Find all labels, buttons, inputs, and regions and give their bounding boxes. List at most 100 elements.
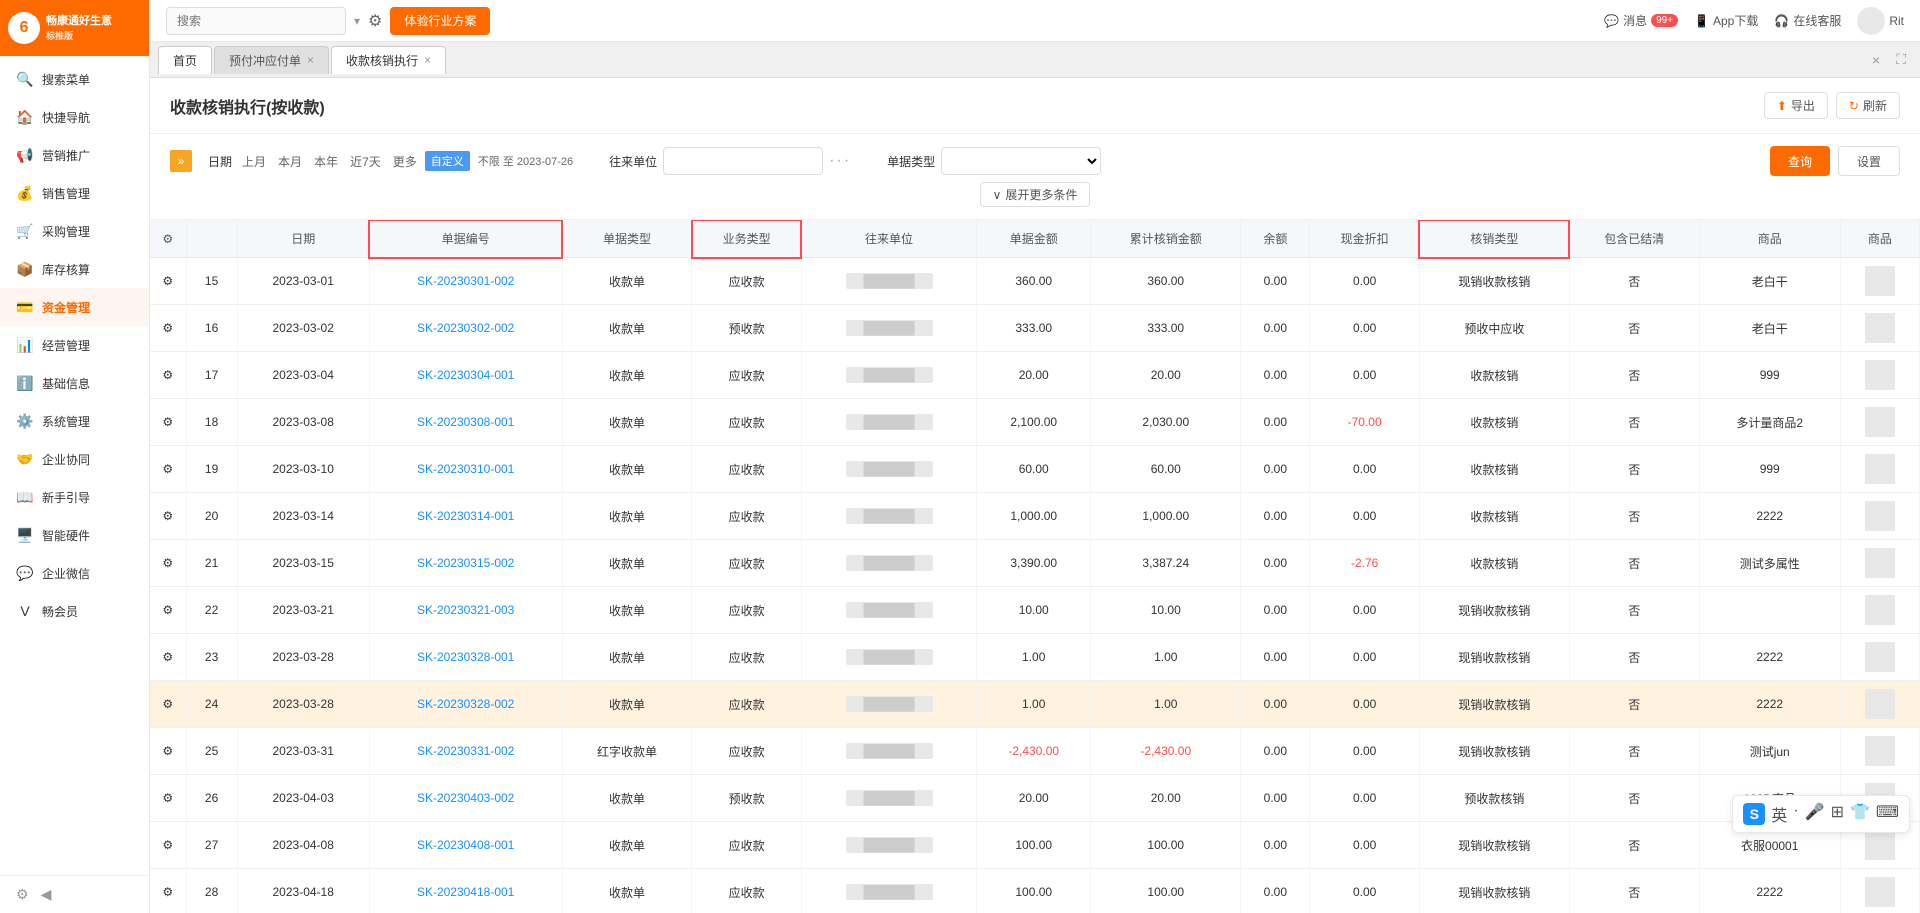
filter-date-custom-button[interactable]: 自定义: [425, 151, 470, 171]
order-no-link[interactable]: SK-20230331-002: [417, 744, 514, 758]
sidebar-item-operations[interactable]: 📊经营管理: [0, 326, 149, 364]
cell-settings[interactable]: ⚙: [150, 634, 186, 681]
wm-shirt-icon[interactable]: 👕: [1850, 802, 1870, 826]
cell-verified: 3,387.24: [1091, 540, 1241, 587]
wm-mic-icon[interactable]: 🎤: [1805, 802, 1825, 826]
gear-icon[interactable]: ⚙: [368, 11, 382, 31]
cell-settings[interactable]: ⚙: [150, 775, 186, 822]
cell-settings[interactable]: ⚙: [150, 305, 186, 352]
solution-button[interactable]: 体验行业方案: [390, 7, 490, 35]
cell-settings[interactable]: ⚙: [150, 869, 186, 913]
order-no-link[interactable]: SK-20230408-001: [417, 838, 514, 852]
wm-grid-icon[interactable]: ⊞: [1831, 802, 1844, 826]
messages-item[interactable]: 💬 消息 99+: [1604, 12, 1678, 29]
cell-order-no: SK-20230331-002: [369, 728, 562, 775]
cell-settings[interactable]: ⚙: [150, 399, 186, 446]
setting-button[interactable]: 设置: [1838, 146, 1900, 176]
filter-date-7days[interactable]: 近7天: [346, 151, 385, 172]
query-button[interactable]: 查询: [1770, 146, 1830, 176]
th-include-settled: 包含已结清: [1569, 220, 1699, 258]
cell-settings[interactable]: ⚙: [150, 540, 186, 587]
order-no-link[interactable]: SK-20230310-001: [417, 462, 514, 476]
sidebar-item-wechat[interactable]: 💬企业微信: [0, 554, 149, 592]
cell-settings[interactable]: ⚙: [150, 258, 186, 305]
sidebar-label-wechat: 企业微信: [42, 565, 90, 582]
dropdown-icon[interactable]: ▾: [354, 14, 360, 28]
wm-english-icon[interactable]: 英: [1771, 802, 1787, 826]
order-no-link[interactable]: SK-20230314-001: [417, 509, 514, 523]
expand-button[interactable]: ⛶: [1890, 49, 1912, 70]
cell-settings[interactable]: ⚙: [150, 587, 186, 634]
sidebar-item-marketing[interactable]: 📢营销推广: [0, 136, 149, 174]
expand-more-button[interactable]: ∨ 展开更多条件: [980, 182, 1091, 207]
order-no-link[interactable]: SK-20230403-002: [417, 791, 514, 805]
cell-settings[interactable]: ⚙: [150, 681, 186, 728]
cell-settings[interactable]: ⚙: [150, 352, 186, 399]
tab-prepay-close[interactable]: ×: [307, 53, 314, 67]
cell-amount: -2,430.00: [977, 728, 1091, 775]
sidebar-item-basic[interactable]: ℹ️基础信息: [0, 364, 149, 402]
settings-icon[interactable]: ⚙: [16, 886, 29, 903]
wm-keyboard-icon[interactable]: ⌨: [1876, 802, 1899, 826]
online-service-item[interactable]: 🎧 在线客服: [1774, 12, 1841, 29]
cell-seq: 26: [186, 775, 237, 822]
order-no-link[interactable]: SK-20230328-001: [417, 650, 514, 664]
order-no-link[interactable]: SK-20230301-002: [417, 274, 514, 288]
table-row: ⚙ 20 2023-03-14 SK-20230314-001 收款单 应收款 …: [150, 493, 1920, 540]
cell-product: 2222: [1699, 634, 1840, 681]
cell-balance: 0.00: [1241, 540, 1310, 587]
user-item[interactable]: Rit: [1857, 7, 1904, 35]
sidebar-item-sales[interactable]: 💰销售管理: [0, 174, 149, 212]
cell-seq: 27: [186, 822, 237, 869]
sidebar-label-system: 系统管理: [42, 413, 90, 430]
close-all-button[interactable]: ×: [1866, 49, 1886, 70]
order-no-link[interactable]: SK-20230308-001: [417, 415, 514, 429]
phone-icon: 📱: [1694, 14, 1709, 28]
cell-order-no: SK-20230315-002: [369, 540, 562, 587]
cell-settings[interactable]: ⚙: [150, 728, 186, 775]
sidebar-item-inventory[interactable]: 📦库存核算: [0, 250, 149, 288]
tab-collection-close[interactable]: ×: [424, 53, 431, 67]
sidebar-item-member[interactable]: V畅会员: [0, 592, 149, 630]
order-no-link[interactable]: SK-20230304-001: [417, 368, 514, 382]
order-no-link[interactable]: SK-20230328-002: [417, 697, 514, 711]
th-settings[interactable]: ⚙: [150, 220, 186, 258]
sidebar-item-system[interactable]: ⚙️系统管理: [0, 402, 149, 440]
order-no-link[interactable]: SK-20230321-003: [417, 603, 514, 617]
tab-collection[interactable]: 收款核销执行 ×: [331, 46, 446, 74]
filter-date-more[interactable]: 更多: [389, 151, 421, 172]
order-no-link[interactable]: SK-20230302-002: [417, 321, 514, 335]
cell-order-no: SK-20230301-002: [369, 258, 562, 305]
th-discount: 现金折扣: [1310, 220, 1420, 258]
sidebar: 6 畅康通好生意 标推版 🔍搜索菜单🏠快捷导航📢营销推广💰销售管理🛒采购管理📦库…: [0, 0, 150, 913]
app-download-item[interactable]: 📱 App下载: [1694, 12, 1758, 29]
filter-partner-input[interactable]: [663, 147, 823, 175]
sidebar-item-shortcut[interactable]: 🏠快捷导航: [0, 98, 149, 136]
filter-date-this-year[interactable]: 本年: [310, 151, 342, 172]
order-no-link[interactable]: SK-20230315-002: [417, 556, 514, 570]
cell-settings[interactable]: ⚙: [150, 493, 186, 540]
tab-prepay[interactable]: 预付冲应付单 ×: [214, 46, 329, 74]
sidebar-item-search[interactable]: 🔍搜索菜单: [0, 60, 149, 98]
cell-partner: ██████: [801, 869, 976, 913]
sidebar-item-guide[interactable]: 📖新手引导: [0, 478, 149, 516]
filter-expand-button[interactable]: »: [170, 150, 192, 172]
tab-home[interactable]: 首页: [158, 46, 212, 74]
collapse-icon[interactable]: ◀: [41, 886, 52, 903]
sidebar-item-hardware[interactable]: 🖥️智能硬件: [0, 516, 149, 554]
refresh-button[interactable]: ↻ 刷新: [1836, 92, 1900, 119]
sidebar-item-corp[interactable]: 🤝企业协同: [0, 440, 149, 478]
filter-order-type-select[interactable]: [941, 147, 1101, 175]
order-no-link[interactable]: SK-20230418-001: [417, 885, 514, 899]
export-button[interactable]: ⬆ 导出: [1764, 92, 1828, 119]
cell-settings[interactable]: ⚙: [150, 822, 186, 869]
cell-partner: ██████: [801, 728, 976, 775]
filter-date-this-month[interactable]: 本月: [274, 151, 306, 172]
search-input[interactable]: [166, 7, 346, 35]
sidebar-item-purchase[interactable]: 🛒采购管理: [0, 212, 149, 250]
sidebar-item-finance[interactable]: 💳资金管理: [0, 288, 149, 326]
cell-date: 2023-03-28: [237, 634, 369, 681]
filter-date-prev-month[interactable]: 上月: [238, 151, 270, 172]
cell-product: 测试多属性: [1699, 540, 1840, 587]
cell-settings[interactable]: ⚙: [150, 446, 186, 493]
